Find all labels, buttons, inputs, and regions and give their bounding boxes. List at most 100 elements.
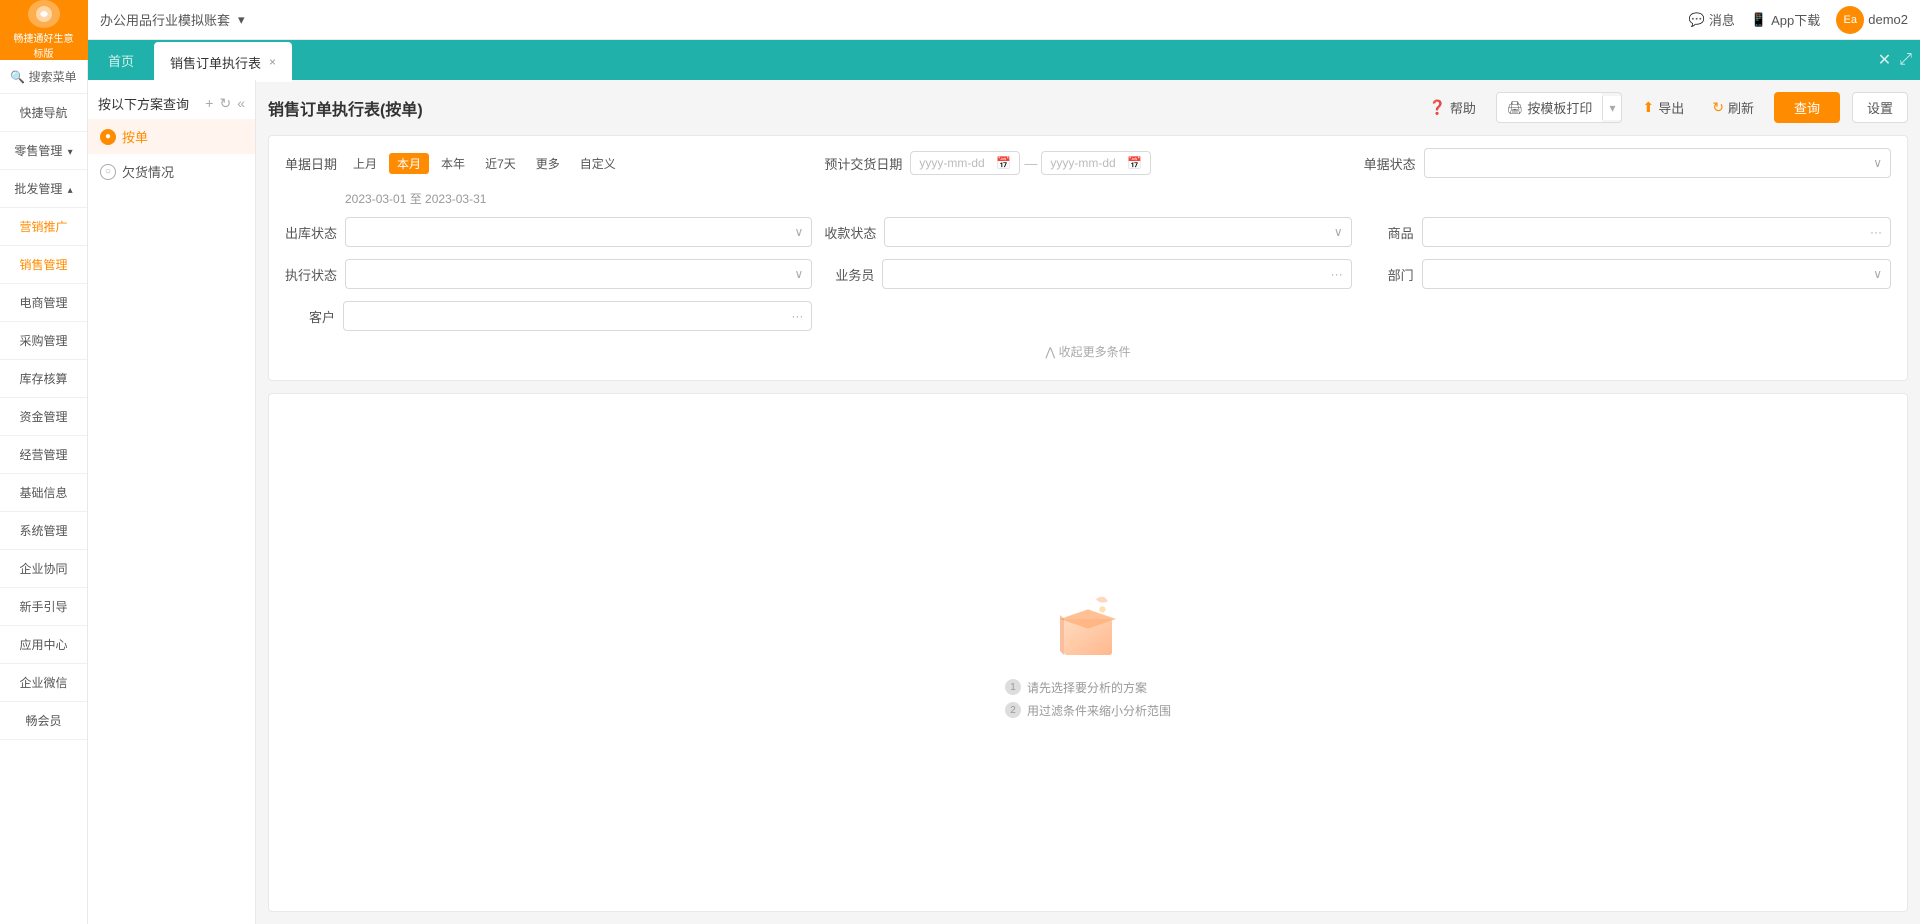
sidebar-nav-basic[interactable]: 基础信息: [0, 474, 87, 512]
date-tab-this-month[interactable]: 本月: [389, 153, 429, 174]
calendar-to-icon[interactable]: 📅: [1127, 156, 1142, 170]
sidebar-nav-purchase[interactable]: 采购管理: [0, 322, 87, 360]
goods-select[interactable]: ···: [1422, 217, 1891, 247]
calendar-from-icon[interactable]: 📅: [996, 156, 1011, 170]
export-icon: ⬆: [1642, 99, 1654, 116]
print-label: 按模板打印: [1527, 98, 1592, 117]
filter-form: 单据日期 上月 本月 本年 近7天 更多 自定义: [268, 135, 1908, 381]
app-download-label: App下载: [1771, 10, 1820, 29]
sidebar-nav-ecommerce[interactable]: 电商管理: [0, 284, 87, 322]
user-avatar-btn[interactable]: Ea demo2: [1836, 6, 1908, 34]
dept-label: 部门: [1364, 265, 1414, 284]
query-button[interactable]: 查询: [1774, 92, 1840, 123]
avatar: Ea: [1836, 6, 1864, 34]
pay-status-label: 收款状态: [824, 223, 876, 242]
date-field: 单据日期 上月 本月 本年 近7天 更多 自定义: [285, 153, 812, 174]
refresh-btn[interactable]: ↻ 刷新: [1704, 94, 1762, 121]
help-icon: ❓: [1428, 99, 1445, 116]
date-tab-7days[interactable]: 近7天: [477, 153, 524, 174]
left-panel: 按以下方案查询 + ↻ « ● 按单 ○ 欠货情况: [88, 80, 256, 924]
sidebar-nav-wholesale[interactable]: 批发管理 ▴: [0, 170, 87, 208]
out-status-label: 出库状态: [285, 223, 337, 242]
sidebar-nav-cooperation[interactable]: 企业协同: [0, 550, 87, 588]
dept-select[interactable]: ∨: [1422, 259, 1891, 289]
collapse-bar[interactable]: ⋀ 收起更多条件: [285, 335, 1891, 368]
logo-text: 畅捷通好生意: [14, 30, 74, 45]
message-label: 消息: [1709, 10, 1735, 29]
date-tab-more[interactable]: 更多: [528, 153, 568, 174]
export-btn[interactable]: ⬆ 导出: [1634, 94, 1692, 121]
settings-button[interactable]: 设置: [1852, 92, 1908, 123]
date-tab-custom[interactable]: 自定义: [572, 153, 624, 174]
collapse-panel-icon[interactable]: «: [237, 95, 245, 112]
sales-label: 业务员: [824, 265, 874, 284]
sidebar-nav-newbie[interactable]: 新手引导: [0, 588, 87, 626]
status-dropdown-icon: ∨: [1873, 156, 1882, 170]
out-status-select[interactable]: ∨: [345, 217, 812, 247]
page-header: 销售订单执行表(按单) ❓ 帮助 🖨 按模板打印 ▾ ⬆: [268, 92, 1908, 123]
date-tab-last-month[interactable]: 上月: [345, 153, 385, 174]
sidebar-nav-appcenter[interactable]: 应用中心: [0, 626, 87, 664]
left-panel-header: 按以下方案查询 + ↻ «: [88, 88, 255, 119]
print-btn[interactable]: 🖨 按模板打印: [1497, 93, 1603, 122]
scheme-item-order[interactable]: ● 按单: [88, 119, 255, 154]
tab-active[interactable]: 销售订单执行表 ×: [154, 42, 292, 82]
empty-tip-2: 2 用过滤条件来缩小分析范围: [1005, 702, 1171, 719]
customer-select[interactable]: ···: [343, 301, 812, 331]
sidebar-nav-system[interactable]: 系统管理: [0, 512, 87, 550]
scheme-item-backorder[interactable]: ○ 欠货情况: [88, 154, 255, 189]
sidebar-nav-operations[interactable]: 经营管理: [0, 436, 87, 474]
sidebar-nav-wechat[interactable]: 企业微信: [0, 664, 87, 702]
content-area: 按以下方案查询 + ↻ « ● 按单 ○ 欠货情况 销售订单执行表(按单): [88, 80, 1920, 924]
pay-status-select[interactable]: ∨: [884, 217, 1351, 247]
tabbar-expand-icon[interactable]: ⤢: [1899, 51, 1912, 69]
tabbar-close-icon[interactable]: ✕: [1878, 50, 1891, 70]
add-scheme-icon[interactable]: +: [205, 95, 213, 112]
empty-illustration: [1048, 587, 1128, 667]
sidebar-nav-inventory[interactable]: 库存核算: [0, 360, 87, 398]
tab-close-icon[interactable]: ×: [269, 55, 276, 69]
left-panel-title: 按以下方案查询: [98, 94, 189, 113]
sales-more-icon: ···: [1331, 267, 1343, 281]
page-title: 销售订单执行表(按单): [268, 96, 423, 120]
exec-status-field: 执行状态 ∨: [285, 259, 812, 289]
refresh-scheme-icon[interactable]: ↻: [219, 95, 231, 112]
sidebar-nav-membership[interactable]: 畅会员: [0, 702, 87, 740]
expected-date-from-text: yyyy-mm-dd: [919, 156, 984, 170]
app-download-icon: 📱: [1751, 12, 1767, 28]
scheme-item-order-label: 按单: [122, 127, 148, 146]
tip-1-text: 请先选择要分析的方案: [1027, 679, 1147, 696]
sidebar-nav-sales[interactable]: 销售管理: [0, 246, 87, 284]
refresh-icon: ↻: [1712, 99, 1724, 116]
expected-date-from[interactable]: yyyy-mm-dd 📅: [910, 151, 1020, 175]
status-select[interactable]: ∨: [1424, 148, 1891, 178]
tab-home[interactable]: 首页: [88, 40, 154, 80]
dept-field: 部门 ∨: [1364, 259, 1891, 289]
page-actions: ❓ 帮助 🖨 按模板打印 ▾ ⬆ 导出: [1420, 92, 1908, 123]
sidebar-nav-marketing[interactable]: 营销推广: [0, 208, 87, 246]
sidebar-nav-finance[interactable]: 资金管理: [0, 398, 87, 436]
right-panel: 销售订单执行表(按单) ❓ 帮助 🖨 按模板打印 ▾ ⬆: [256, 80, 1920, 924]
app-download-btn[interactable]: 📱 App下载: [1751, 10, 1820, 29]
exec-status-select[interactable]: ∨: [345, 259, 812, 289]
print-icon: 🖨: [1507, 100, 1524, 116]
expected-date-to[interactable]: yyyy-mm-dd 📅: [1041, 151, 1151, 175]
out-status-field: 出库状态 ∨: [285, 217, 812, 247]
goods-label: 商品: [1364, 223, 1414, 242]
exec-status-icon: ∨: [795, 267, 804, 281]
help-btn[interactable]: ❓ 帮助: [1420, 94, 1483, 121]
date-tabs: 上月 本月 本年 近7天 更多 自定义: [345, 153, 624, 174]
print-dropdown-arrow[interactable]: ▾: [1602, 96, 1621, 120]
empty-tips: 1 请先选择要分析的方案 2 用过滤条件来缩小分析范围: [1005, 679, 1171, 719]
breadcrumb-dropdown-icon[interactable]: ▾: [238, 12, 245, 28]
sidebar: 畅捷通好生意 标版 🔍 搜索菜单 快捷导航 零售管理 ▾ 批发管理 ▴ 营销推广…: [0, 0, 88, 924]
topbar-right: 💬 消息 📱 App下载 Ea demo2: [1689, 6, 1908, 34]
date-tab-this-year[interactable]: 本年: [433, 153, 473, 174]
sidebar-search[interactable]: 🔍 搜索菜单: [0, 60, 87, 94]
sidebar-nav-retail[interactable]: 零售管理 ▾: [0, 132, 87, 170]
sidebar-nav-quick[interactable]: 快捷导航: [0, 94, 87, 132]
sales-select[interactable]: ···: [882, 259, 1351, 289]
message-btn[interactable]: 💬 消息: [1689, 10, 1735, 29]
print-btn-group: 🖨 按模板打印 ▾: [1496, 92, 1623, 123]
customer-field: 客户 ···: [285, 301, 812, 331]
